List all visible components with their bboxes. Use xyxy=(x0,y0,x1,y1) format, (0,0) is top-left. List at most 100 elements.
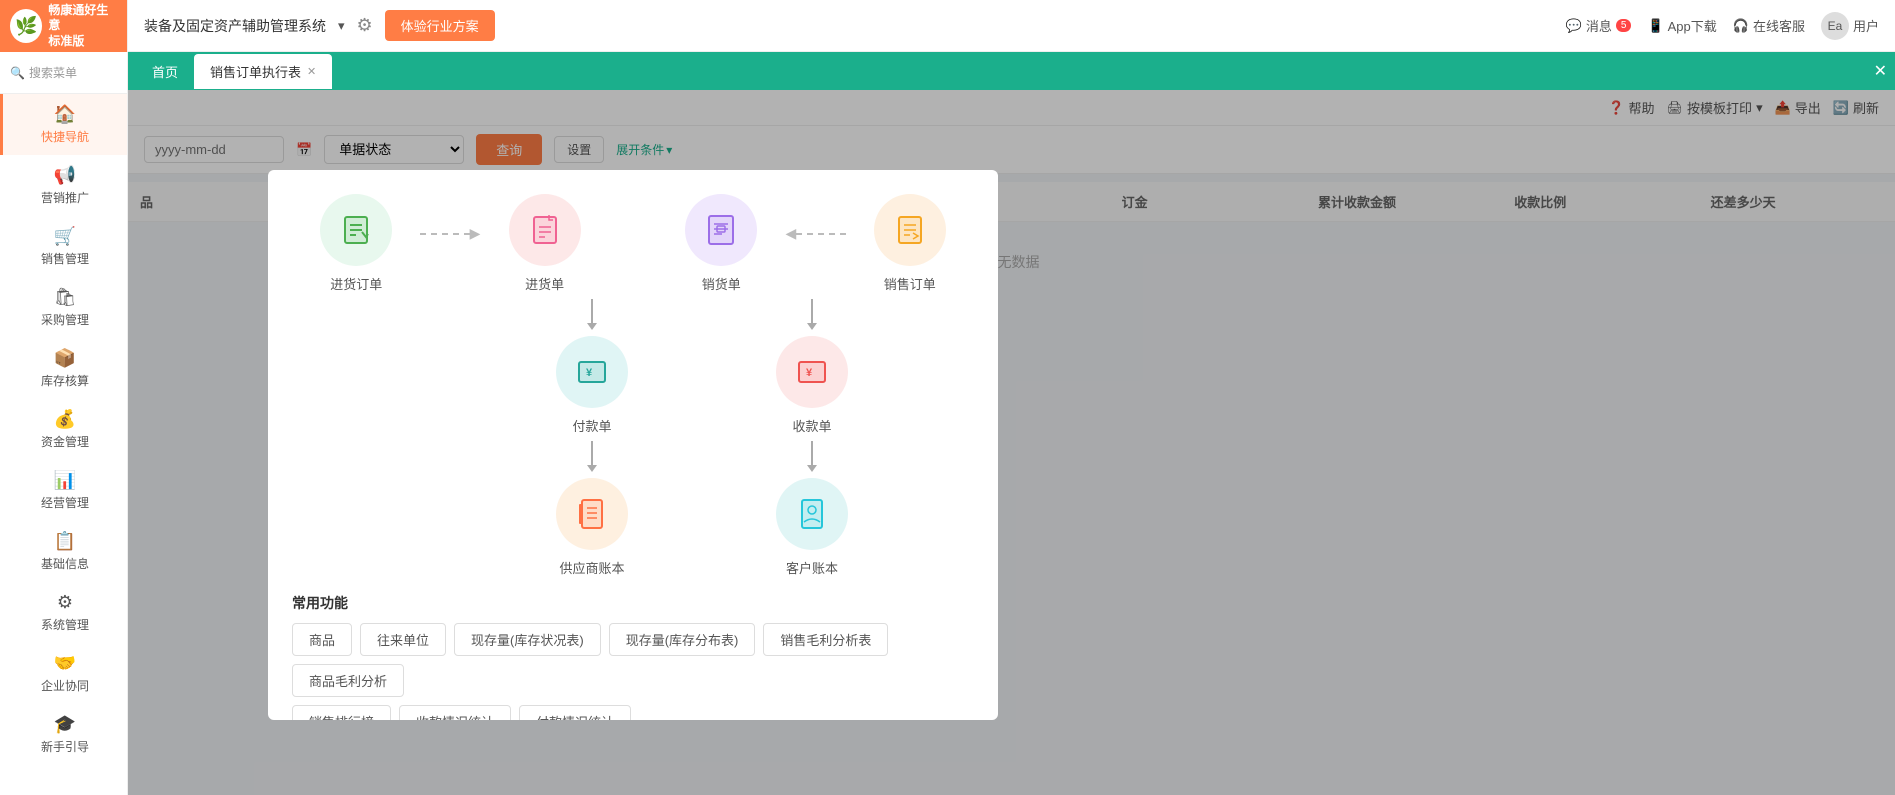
purchase-icon: 🛍 xyxy=(54,287,77,308)
inventory-icon: 📦 xyxy=(54,348,76,369)
user-avatar: Ea xyxy=(1821,12,1849,40)
quick-nav-modal: 进货订单 ▶ xyxy=(268,170,998,720)
service-icon: 🎧 xyxy=(1733,18,1749,34)
sidebar-item-enterprise[interactable]: 🤝 企业协同 xyxy=(0,643,127,704)
common-functions-title: 常用功能 xyxy=(292,593,974,613)
finance-icon: 💰 xyxy=(54,409,76,430)
message-button[interactable]: 💬 消息 5 xyxy=(1566,16,1632,35)
vert-arrow-purchase-slip xyxy=(512,293,672,336)
sidebar-item-basic[interactable]: 📋 基础信息 xyxy=(0,521,127,582)
sidebar-item-guide[interactable]: 🎓 新手引导 xyxy=(0,704,127,765)
customer-ledger-circle xyxy=(776,478,848,550)
tab-sales-order-exec[interactable]: 销售订单执行表 ✕ xyxy=(194,54,332,89)
message-badge: 5 xyxy=(1616,19,1632,32)
tabbar: 首页 销售订单执行表 ✕ ✕ xyxy=(128,52,1895,90)
app-download-button[interactable]: 📱 App下载 xyxy=(1647,16,1716,35)
sidebar-item-sales[interactable]: 🛒 销售管理 xyxy=(0,216,127,277)
tab-close-icon[interactable]: ✕ xyxy=(307,65,316,78)
basic-icon: 📋 xyxy=(54,531,76,552)
func-btns-row2: 销售排行榜 收款情况统计 付款情况统计 xyxy=(292,705,974,720)
sales-slip-circle xyxy=(685,194,757,266)
topbar: 装备及固定资产辅助管理系统 ▾ ⚙ 体验行业方案 💬 消息 5 📱 App下载 … xyxy=(128,0,1895,52)
tab-home[interactable]: 首页 xyxy=(136,54,194,89)
purchase-slip-label: 进货单 xyxy=(525,274,564,293)
func-btn-payment-stats[interactable]: 付款情况统计 xyxy=(519,705,631,720)
supplier-ledger-label: 供应商账本 xyxy=(559,558,624,577)
chevron-down-icon: ▾ xyxy=(338,18,345,34)
logo-icon: 🌿 xyxy=(10,9,42,43)
purchase-slip-circle xyxy=(509,194,581,266)
user-menu[interactable]: Ea 用户 xyxy=(1821,12,1879,40)
flow-row-middle: ¥ 付款单 ¥ xyxy=(292,336,974,435)
func-btn-stock-dist[interactable]: 现存量(库存分布表) xyxy=(609,623,756,656)
receipt-slip-circle: ¥ xyxy=(776,336,848,408)
payment-slip-circle: ¥ xyxy=(556,336,628,408)
common-functions-section: 常用功能 商品 往来单位 现存量(库存状况表) 现存量(库存分布表) 销售毛利分… xyxy=(292,593,974,720)
sidebar-logo: 🌿 畅康通好生意 标准版 xyxy=(0,0,127,52)
sidebar-item-purchase[interactable]: 🛍 采购管理 xyxy=(0,277,127,338)
flow-item-payment-slip[interactable]: ¥ 付款单 xyxy=(512,336,672,435)
sidebar-search-area: 🔍 搜索菜单 xyxy=(0,52,127,94)
purchase-order-circle xyxy=(320,194,392,266)
sidebar-item-system[interactable]: ⚙ 系统管理 xyxy=(0,582,127,643)
func-btn-product-profit[interactable]: 商品毛利分析 xyxy=(292,664,404,697)
func-btn-sales-profit[interactable]: 销售毛利分析表 xyxy=(763,623,888,656)
logo-text: 畅康通好生意 标准版 xyxy=(48,3,117,50)
download-icon: 📱 xyxy=(1647,18,1663,34)
receipt-slip-label: 收款单 xyxy=(792,416,831,435)
sidebar-item-inventory[interactable]: 📦 库存核算 xyxy=(0,338,127,399)
sales-order-circle xyxy=(874,194,946,266)
guide-icon: 🎓 xyxy=(54,714,76,735)
vert-arrow-receipt xyxy=(732,435,892,478)
sidebar-item-quick-nav[interactable]: 🏠 快捷导航 xyxy=(0,94,127,155)
vert-arrow-payment xyxy=(512,435,672,478)
sidebar-item-operation[interactable]: 📊 经营管理 xyxy=(0,460,127,521)
sidebar-item-finance[interactable]: 💰 资金管理 xyxy=(0,399,127,460)
func-btn-product[interactable]: 商品 xyxy=(292,623,352,656)
customer-ledger-label: 客户账本 xyxy=(786,558,838,577)
arrow-purchase-to-slip: ▶ xyxy=(420,225,480,242)
online-service-button[interactable]: 🎧 在线客服 xyxy=(1733,16,1805,35)
sales-icon: 🛒 xyxy=(54,226,76,247)
payment-slip-label: 付款单 xyxy=(572,416,611,435)
flow-item-purchase-slip[interactable]: 进货单 xyxy=(480,194,608,293)
func-btn-stock-status[interactable]: 现存量(库存状况表) xyxy=(454,623,601,656)
supplier-ledger-circle xyxy=(556,478,628,550)
purchase-order-label: 进货订单 xyxy=(330,274,382,293)
vert-arrow-sales-slip xyxy=(732,293,892,336)
sales-order-label: 销售订单 xyxy=(884,274,936,293)
flow-item-supplier-ledger[interactable]: 供应商账本 xyxy=(512,478,672,577)
flow-item-customer-ledger[interactable]: 客户账本 xyxy=(732,478,892,577)
system-title: 装备及固定资产辅助管理系统 xyxy=(144,16,326,36)
content-area: ❓ 帮助 🖨 按模板打印 ▾ 📤 导出 🔄 刷新 📅 单据状态 xyxy=(128,90,1895,795)
flow-item-sales-slip[interactable]: 销货单 xyxy=(657,194,785,293)
tabbar-close-button[interactable]: ✕ xyxy=(1874,61,1887,81)
flow-diagram: 进货订单 ▶ xyxy=(292,194,974,577)
arrow-sales-order-to-slip: ◀ xyxy=(786,225,846,242)
sidebar-nav: 🏠 快捷导航 📢 营销推广 🛒 销售管理 🛍 采购管理 📦 库存核算 💰 资金管… xyxy=(0,94,127,795)
func-btn-partner[interactable]: 往来单位 xyxy=(360,623,446,656)
svg-text:¥: ¥ xyxy=(586,367,593,379)
trial-button[interactable]: 体验行业方案 xyxy=(385,10,495,41)
message-icon: 💬 xyxy=(1566,18,1582,34)
sales-slip-label: 销货单 xyxy=(702,274,741,293)
flow-item-purchase-order[interactable]: 进货订单 xyxy=(292,194,420,293)
sidebar-item-marketing[interactable]: 📢 营销推广 xyxy=(0,155,127,216)
search-icon: 🔍 xyxy=(10,66,25,80)
modal-overlay: 进货订单 ▶ xyxy=(128,90,1895,795)
flow-item-sales-order[interactable]: 销售订单 xyxy=(846,194,974,293)
flow-item-receipt-slip[interactable]: ¥ 收款单 xyxy=(732,336,892,435)
settings-icon[interactable]: ⚙ xyxy=(357,15,373,36)
flow-row-top: 进货订单 ▶ xyxy=(292,194,974,293)
flow-vert-arrows-2 xyxy=(292,435,974,478)
home-icon: 🏠 xyxy=(54,104,76,125)
system-dropdown[interactable]: ▾ xyxy=(338,18,345,34)
search-menu-button[interactable]: 🔍 搜索菜单 xyxy=(10,60,117,85)
topbar-right: 💬 消息 5 📱 App下载 🎧 在线客服 Ea 用户 xyxy=(1566,12,1879,40)
func-btn-sales-rank[interactable]: 销售排行榜 xyxy=(292,705,391,720)
flow-row-bottom: 供应商账本 xyxy=(292,478,974,577)
svg-text:¥: ¥ xyxy=(806,367,813,379)
system-icon: ⚙ xyxy=(57,592,73,613)
func-btn-receipt-stats[interactable]: 收款情况统计 xyxy=(399,705,511,720)
sidebar: 🌿 畅康通好生意 标准版 🔍 搜索菜单 🏠 快捷导航 📢 营销推广 🛒 销售管理… xyxy=(0,0,128,795)
